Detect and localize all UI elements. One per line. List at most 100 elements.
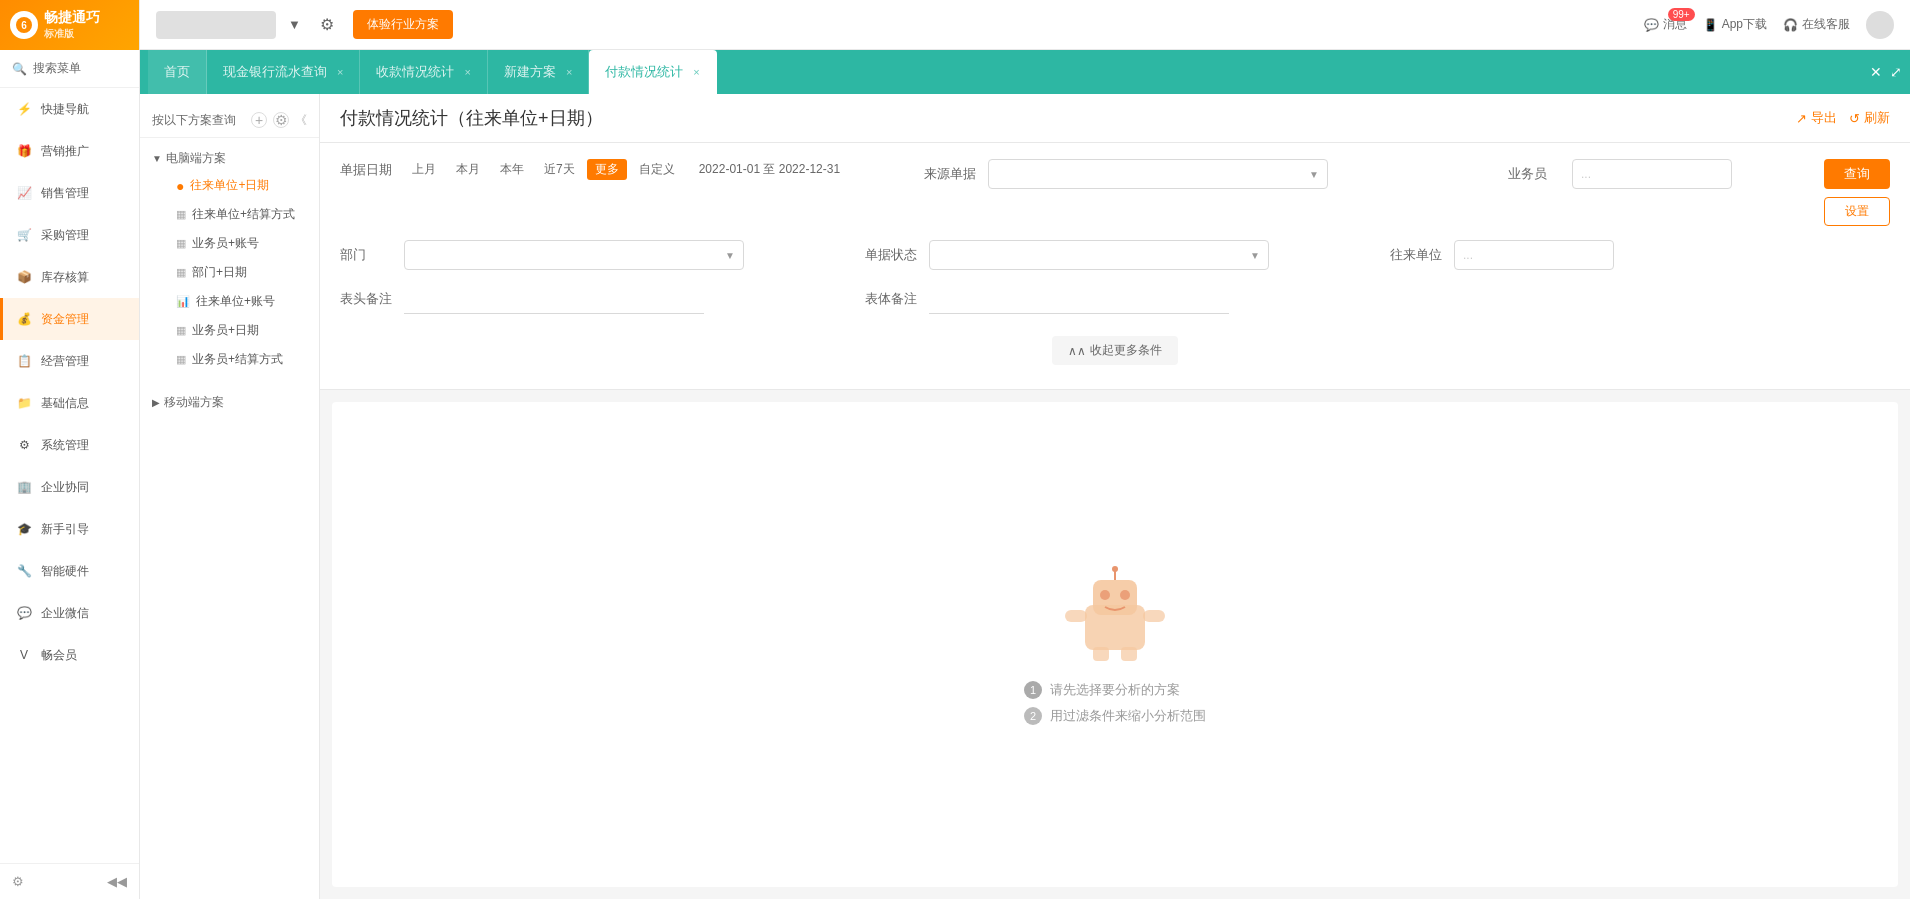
tab-close-all-icon[interactable]: ✕ (1870, 64, 1882, 80)
scheme-item-label: 业务员+日期 (192, 322, 259, 339)
messages-badge: 99+ (1668, 8, 1695, 21)
counterpart-select[interactable]: ... (1454, 240, 1614, 270)
scheme-active-icon: ● (176, 178, 184, 194)
export-btn[interactable]: ↗ 导出 (1796, 109, 1837, 127)
sidebar-item-inventory[interactable]: 📦 库存核算 (0, 256, 139, 298)
operation-icon: 📋 (15, 352, 33, 370)
sidebar-item-guide[interactable]: 🎓 新手引导 (0, 508, 139, 550)
tab-bank-flow[interactable]: 现金银行流水查询 × (207, 50, 360, 94)
date-option-this-month[interactable]: 本月 (448, 159, 488, 180)
tab-payment-stats2[interactable]: 付款情况统计 × (589, 50, 716, 94)
topbar-settings-icon[interactable]: ⚙ (313, 11, 341, 39)
sidebar-item-vip[interactable]: V 畅会员 (0, 634, 139, 676)
sidebar-item-label: 经营管理 (41, 353, 89, 370)
scheme-item-dept-date[interactable]: ▦ 部门+日期 (152, 258, 307, 287)
tab-maximize-icon[interactable]: ⤢ (1890, 64, 1902, 80)
scheme-item-salesman-settlement[interactable]: ▦ 业务员+结算方式 (152, 345, 307, 374)
sidebar: 6 畅捷通巧 标准版 🔍 搜索菜单 ⚡ 快捷导航 🎁 营销推广 📈 销售管理 🛒… (0, 0, 140, 899)
collapse-up-icon: ∧∧ (1068, 344, 1086, 358)
salesman-select[interactable]: ... (1572, 159, 1732, 189)
sidebar-item-sales[interactable]: 📈 销售管理 (0, 172, 139, 214)
company-dropdown[interactable]: ▼ (288, 17, 301, 32)
date-option-last-7days[interactable]: 近7天 (536, 159, 583, 180)
trial-btn[interactable]: 体验行业方案 (353, 10, 453, 39)
sidebar-settings-icon[interactable]: ⚙ (12, 874, 24, 889)
sidebar-item-operation[interactable]: 📋 经营管理 (0, 340, 139, 382)
vip-icon: V (15, 646, 33, 664)
scheme-item-counterpart-date[interactable]: ● 往来单位+日期 (152, 171, 307, 200)
source-select[interactable]: ▼ (988, 159, 1328, 189)
scheme-icon: ▦ (176, 324, 186, 337)
collapse-btn[interactable]: ∧∧ 收起更多条件 (1052, 336, 1178, 365)
date-label: 单据日期 (340, 161, 396, 179)
tab-close-icon[interactable]: × (337, 66, 343, 78)
scheme-panel-header: 按以下方案查询 + ⚙ 《 (140, 104, 319, 138)
smart-hw-icon: 🔧 (15, 562, 33, 580)
table-header-note-input[interactable] (404, 284, 704, 314)
sidebar-item-smart-hw[interactable]: 🔧 智能硬件 (0, 550, 139, 592)
tab-close-icon[interactable]: × (693, 66, 699, 78)
sidebar-item-marketing[interactable]: 🎁 营销推广 (0, 130, 139, 172)
svg-rect-10 (1093, 647, 1109, 661)
mobile-schemes: ▶ 移动端方案 (140, 382, 319, 423)
filter-row-2: 部门 ▼ 单据状态 ▼ 往来单位 (340, 240, 1890, 270)
scheme-collapse-icon[interactable]: 《 (295, 112, 307, 129)
dept-select[interactable]: ▼ (404, 240, 744, 270)
tab-close-icon[interactable]: × (464, 66, 470, 78)
voucher-status-select[interactable]: ▼ (929, 240, 1269, 270)
sidebar-item-capital[interactable]: 💰 资金管理 (0, 298, 139, 340)
filter-settings-btn[interactable]: 设置 (1824, 197, 1890, 226)
collapse-btn-label: 收起更多条件 (1090, 342, 1162, 359)
sidebar-footer: ⚙ ◀◀ (0, 863, 139, 899)
scheme-item-salesman-account[interactable]: ▦ 业务员+账号 (152, 229, 307, 258)
sidebar-search[interactable]: 🔍 搜索菜单 (0, 50, 139, 88)
desktop-category-title[interactable]: ▼ 电脑端方案 (152, 146, 307, 171)
scheme-item-salesman-date[interactable]: ▦ 业务员+日期 (152, 316, 307, 345)
sidebar-item-corp[interactable]: 🏢 企业协同 (0, 466, 139, 508)
date-option-this-year[interactable]: 本年 (492, 159, 532, 180)
scheme-item-counterpart-settlement[interactable]: ▦ 往来单位+结算方式 (152, 200, 307, 229)
counterpart-placeholder: ... (1463, 248, 1473, 262)
sidebar-collapse-icon[interactable]: ◀◀ (107, 874, 127, 889)
capital-icon: 💰 (15, 310, 33, 328)
source-dropdown-icon: ▼ (1309, 169, 1319, 180)
tip-text-1: 请先选择要分析的方案 (1050, 681, 1180, 699)
date-option-last-month[interactable]: 上月 (404, 159, 444, 180)
date-option-custom[interactable]: 自定义 (631, 159, 683, 180)
tab-new-scheme[interactable]: 新建方案 × (488, 50, 589, 94)
source-filter: 来源单据 ▼ (924, 159, 1508, 189)
tab-home[interactable]: 首页 (148, 50, 207, 94)
online-service-label: 在线客服 (1802, 16, 1850, 33)
date-option-more[interactable]: 更多 (587, 159, 627, 180)
query-btn[interactable]: 查询 (1824, 159, 1890, 189)
tab-close-icon[interactable]: × (566, 66, 572, 78)
sidebar-item-label: 采购管理 (41, 227, 89, 244)
filter-row-1: 单据日期 上月 本月 本年 近7天 更多 自定义 2022-01-01 至 20… (340, 159, 1890, 226)
online-service-btn[interactable]: 🎧 在线客服 (1783, 16, 1850, 33)
message-icon: 💬 (1644, 18, 1659, 32)
scheme-settings-icon[interactable]: ⚙ (273, 112, 289, 128)
sidebar-item-label: 营销推广 (41, 143, 89, 160)
tab-payment-stats[interactable]: 收款情况统计 × (360, 50, 487, 94)
salesman-placeholder: ... (1581, 167, 1591, 181)
corp-icon: 🏢 (15, 478, 33, 496)
scheme-item-label: 往来单位+日期 (190, 177, 269, 194)
app-download-btn[interactable]: 📱 App下载 (1703, 16, 1767, 33)
sidebar-item-purchase[interactable]: 🛒 采购管理 (0, 214, 139, 256)
sidebar-item-quick-nav[interactable]: ⚡ 快捷导航 (0, 88, 139, 130)
user-avatar[interactable] (1866, 11, 1894, 39)
inventory-icon: 📦 (15, 268, 33, 286)
sidebar-item-system[interactable]: ⚙ 系统管理 (0, 424, 139, 466)
scheme-item-counterpart-account[interactable]: 📊 往来单位+账号 (152, 287, 307, 316)
messages-btn[interactable]: 💬 消息 99+ (1644, 16, 1687, 33)
scheme-add-icon[interactable]: + (251, 112, 267, 128)
table-body-note-input[interactable] (929, 284, 1229, 314)
sidebar-item-wechat[interactable]: 💬 企业微信 (0, 592, 139, 634)
sidebar-item-basic-info[interactable]: 📁 基础信息 (0, 382, 139, 424)
scheme-icon: ▦ (176, 237, 186, 250)
mobile-label: 移动端方案 (164, 394, 224, 411)
sidebar-item-label: 企业微信 (41, 605, 89, 622)
mobile-category-title[interactable]: ▶ 移动端方案 (152, 390, 307, 415)
refresh-btn[interactable]: ↺ 刷新 (1849, 109, 1890, 127)
date-filter: 单据日期 上月 本月 本年 近7天 更多 自定义 2022-01-01 至 20… (340, 159, 924, 180)
